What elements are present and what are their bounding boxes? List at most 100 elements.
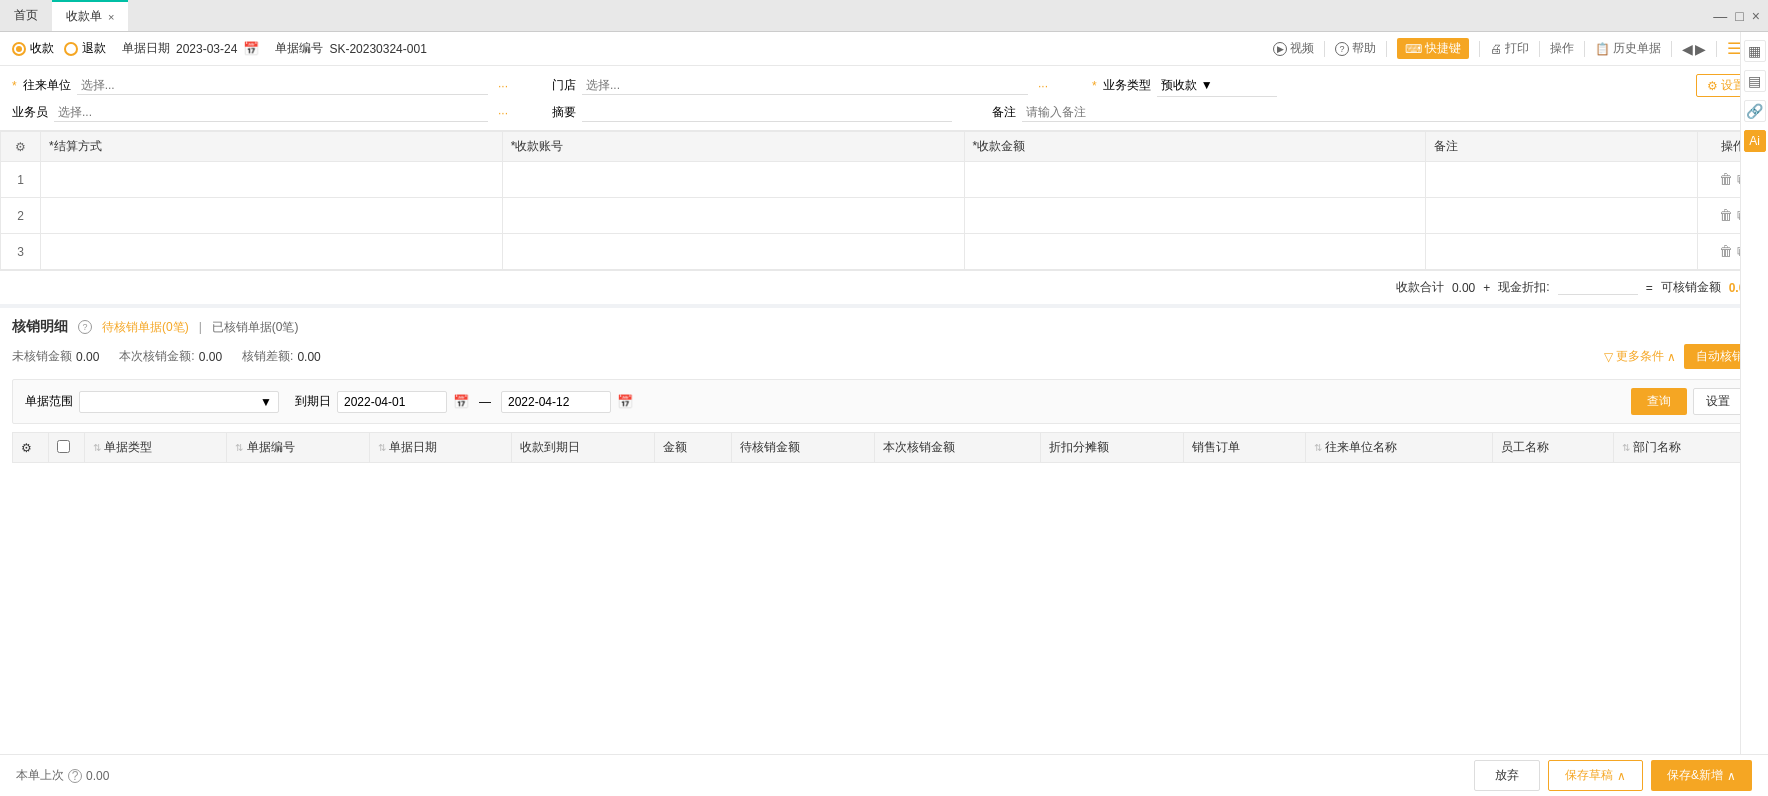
operation-btn[interactable]: 操作: [1550, 40, 1574, 57]
discount-input[interactable]: [1558, 280, 1638, 295]
minimize-icon[interactable]: —: [1713, 8, 1727, 24]
bottom-info-icon[interactable]: ?: [68, 769, 82, 783]
net-label: 可核销金额: [1661, 279, 1721, 296]
row-amount-3[interactable]: [964, 234, 1426, 270]
due-date-to-cal-icon[interactable]: 📅: [617, 394, 633, 409]
refund-radio-dot: [64, 42, 78, 56]
maximize-icon[interactable]: □: [1735, 8, 1743, 24]
salesperson-label: 业务员: [12, 104, 48, 121]
due-date-label: 到期日: [295, 393, 331, 410]
counterparty-input[interactable]: [77, 76, 488, 95]
shortcut-btn[interactable]: ⌨ 快捷键: [1397, 38, 1469, 59]
pending-tab[interactable]: 待核销单据(0笔): [102, 319, 189, 336]
bottom-th-checkbox[interactable]: [49, 433, 85, 463]
divider7: [1716, 41, 1717, 57]
row-settlement-1[interactable]: [41, 162, 503, 198]
tab-home-label: 首页: [14, 7, 38, 24]
current-verify-value: 0.00: [199, 350, 222, 364]
history-btn[interactable]: 📋 历史单据: [1595, 40, 1661, 57]
verified-tab[interactable]: 已核销单据(0笔): [212, 319, 299, 336]
remark-input[interactable]: [1022, 103, 1756, 122]
row-account-1[interactable]: [502, 162, 964, 198]
next-arrow[interactable]: ▶: [1695, 41, 1706, 57]
table-settings-btn[interactable]: ⚙: [1, 132, 41, 162]
due-date-from-input[interactable]: [337, 391, 447, 413]
draft-button[interactable]: 保存草稿 ∧: [1548, 760, 1643, 791]
diff-label: 核销差额:: [242, 348, 293, 365]
select-all-checkbox[interactable]: [57, 440, 70, 453]
number-field-group: 单据编号 SK-20230324-001: [275, 40, 426, 57]
receipt-table-section: ⚙ *结算方式 *收款账号 *收款金额 备注 操作: [0, 131, 1768, 270]
divider1: [1324, 41, 1325, 57]
current-order-label: 本单上次: [16, 767, 64, 784]
table-row: 3 🗑 ⧉: [1, 234, 1768, 270]
video-icon: ▶: [1273, 42, 1287, 56]
verify-info-icon[interactable]: ?: [78, 320, 92, 334]
due-date-from-cal-icon[interactable]: 📅: [453, 394, 469, 409]
equals-sign: =: [1646, 281, 1653, 295]
print-btn[interactable]: 🖨 打印: [1490, 40, 1529, 57]
abandon-button[interactable]: 放弃: [1474, 760, 1540, 791]
tab-close-icon[interactable]: ×: [108, 11, 114, 23]
more-conditions-btn[interactable]: ▽ 更多条件 ∧: [1604, 348, 1676, 365]
help-btn[interactable]: ? 帮助: [1335, 40, 1376, 57]
sidebar-link-icon[interactable]: 🔗: [1744, 100, 1766, 122]
counterparty-more-btn[interactable]: ···: [494, 79, 512, 93]
row-remark-1[interactable]: [1426, 162, 1698, 198]
main-content: 收款 退款 单据日期 2023-03-24 📅 单据编号 SK-20230324…: [0, 32, 1768, 796]
row-account-2[interactable]: [502, 198, 964, 234]
store-more-btn[interactable]: ···: [1034, 79, 1052, 93]
summary-input[interactable]: [582, 103, 952, 122]
delete-icon-2[interactable]: 🗑: [1719, 207, 1733, 224]
list-view-icon[interactable]: ☰: [1727, 39, 1741, 58]
filter-settings-btn[interactable]: 设置: [1693, 388, 1743, 415]
row-remark-3[interactable]: [1426, 234, 1698, 270]
store-input[interactable]: [582, 76, 1028, 95]
th-account: *收款账号: [502, 132, 964, 162]
video-btn[interactable]: ▶ 视频: [1273, 40, 1314, 57]
sidebar-ai-icon[interactable]: Ai: [1744, 130, 1766, 152]
row-remark-2[interactable]: [1426, 198, 1698, 234]
business-type-field: * 业务类型 预收款 ▼: [1092, 75, 1684, 97]
filter-icon: ▽: [1604, 350, 1613, 364]
verify-stats-row: 未核销金额 0.00 本次核销金额: 0.00 核销差额: 0.00 ▽ 更多条…: [12, 344, 1756, 369]
tab-receipt[interactable]: 收款单 ×: [52, 0, 128, 31]
save-new-button[interactable]: 保存&新增 ∧: [1651, 760, 1752, 791]
row-settlement-2[interactable]: [41, 198, 503, 234]
row-amount-1[interactable]: [964, 162, 1426, 198]
receipt-radio[interactable]: 收款: [12, 40, 54, 57]
verify-title-row: 核销明细 ? 待核销单据(0笔) | 已核销单据(0笔): [12, 318, 1756, 336]
sidebar-list-icon[interactable]: ▤: [1744, 70, 1766, 92]
salesperson-input[interactable]: [54, 103, 488, 122]
prev-arrow[interactable]: ◀: [1682, 41, 1693, 57]
business-type-label: 业务类型: [1103, 77, 1151, 94]
bottom-th-settings[interactable]: ⚙: [13, 433, 49, 463]
due-date-to-input[interactable]: [501, 391, 611, 413]
query-btn[interactable]: 查询: [1631, 388, 1687, 415]
sidebar-table-icon[interactable]: ▦: [1744, 40, 1766, 62]
business-type-select[interactable]: 预收款 ▼: [1157, 75, 1277, 97]
row-amount-2[interactable]: [964, 198, 1426, 234]
tab-home[interactable]: 首页: [0, 0, 52, 31]
date-calendar-icon[interactable]: 📅: [243, 41, 259, 56]
row-settlement-3[interactable]: [41, 234, 503, 270]
range-select[interactable]: ▼: [79, 391, 279, 413]
bottom-th-discount: 折扣分摊额: [1040, 433, 1183, 463]
delete-icon-3[interactable]: 🗑: [1719, 243, 1733, 260]
th-amount: *收款金额: [964, 132, 1426, 162]
row-num-1: 1: [1, 162, 41, 198]
dropdown-icon: ▼: [1201, 78, 1213, 92]
store-field: 门店 ···: [552, 76, 1052, 95]
th-remark: 备注: [1426, 132, 1698, 162]
refund-radio[interactable]: 退款: [64, 40, 106, 57]
delete-icon-1[interactable]: 🗑: [1719, 171, 1733, 188]
gear-icon: ⚙: [1707, 79, 1718, 93]
number-value[interactable]: SK-20230324-001: [329, 42, 426, 56]
close-icon[interactable]: ×: [1752, 8, 1760, 24]
date-value[interactable]: 2023-03-24: [176, 42, 237, 56]
row-account-3[interactable]: [502, 234, 964, 270]
salesperson-more-btn[interactable]: ···: [494, 106, 512, 120]
divider4: [1539, 41, 1540, 57]
radio-group: 收款 退款: [12, 40, 106, 57]
table-row: 1 🗑 ⧉: [1, 162, 1768, 198]
